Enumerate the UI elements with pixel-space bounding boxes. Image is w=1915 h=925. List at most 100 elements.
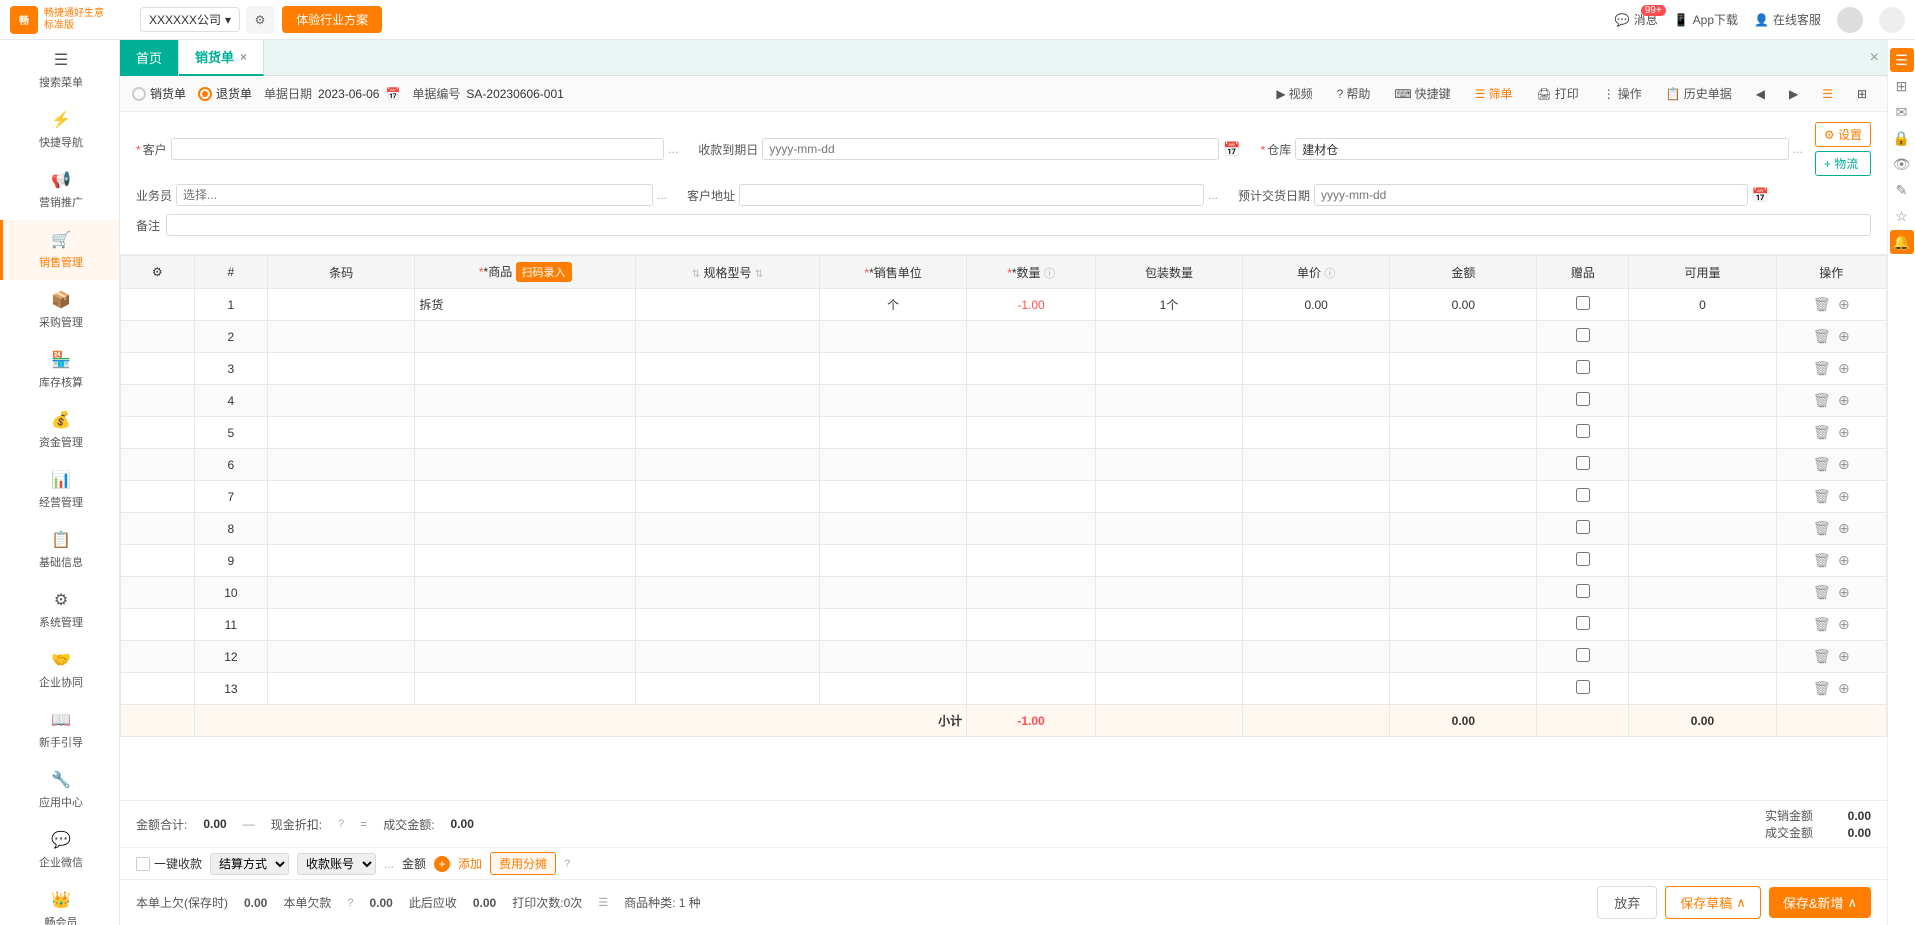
shortcut-button[interactable]: ⌨ 快捷键	[1386, 82, 1458, 105]
row-delete-button[interactable]: 🗑	[1811, 424, 1833, 441]
draft-chevron-icon[interactable]: ∧	[1736, 895, 1746, 911]
row-spec[interactable]	[636, 609, 820, 641]
row-copy-button[interactable]: ⊕	[1836, 680, 1852, 697]
sidebar-item-member[interactable]: 👑 畅会员	[0, 880, 119, 925]
sidebar-item-sales[interactable]: 🛒 销售管理	[0, 220, 119, 280]
sidebar-item-search[interactable]: ☰ 搜索菜单	[0, 40, 119, 100]
row-barcode[interactable]	[268, 481, 415, 513]
row-barcode[interactable]	[268, 321, 415, 353]
row-barcode[interactable]	[268, 609, 415, 641]
row-copy-button[interactable]: ⊕	[1836, 360, 1852, 377]
row-qty[interactable]	[967, 609, 1096, 641]
form-settings-button[interactable]: ⚙ 设置	[1815, 122, 1871, 147]
row-spec[interactable]	[636, 417, 820, 449]
row-spec[interactable]	[636, 481, 820, 513]
row-delete-button[interactable]: 🗑	[1811, 616, 1833, 633]
salesperson-dots[interactable]: ...	[657, 188, 667, 202]
row-gift[interactable]	[1537, 353, 1629, 385]
operation-button[interactable]: ⋮ 操作	[1595, 82, 1650, 105]
rp-preview-button[interactable]: 👁	[1890, 152, 1914, 176]
row-gift[interactable]	[1537, 641, 1629, 673]
current-balance-help-icon[interactable]: ?	[347, 897, 353, 909]
sidebar-item-purchase[interactable]: 📦 采购管理	[0, 280, 119, 340]
settlement-method-select[interactable]: 结算方式	[210, 853, 289, 875]
row-copy-button[interactable]: ⊕	[1836, 584, 1852, 601]
sidebar-item-wechat[interactable]: 💬 企业微信	[0, 820, 119, 880]
row-price[interactable]	[1243, 481, 1390, 513]
rp-edit-button[interactable]: ✎	[1890, 178, 1914, 202]
sidebar-item-quick-nav[interactable]: ⚡ 快捷导航	[0, 100, 119, 160]
row-price[interactable]: 0.00	[1243, 289, 1390, 321]
row-delete-button[interactable]: 🗑	[1811, 488, 1833, 505]
message-button[interactable]: 💬 消息 99+	[1615, 11, 1658, 28]
customer-address-input[interactable]	[739, 184, 1204, 206]
row-qty[interactable]	[967, 577, 1096, 609]
row-qty[interactable]	[967, 449, 1096, 481]
row-spec[interactable]	[636, 641, 820, 673]
row-price[interactable]	[1243, 577, 1390, 609]
row-spec[interactable]	[636, 321, 820, 353]
trial-button[interactable]: 体验行业方案	[282, 6, 382, 33]
sidebar-item-system[interactable]: ⚙ 系统管理	[0, 580, 119, 640]
row-qty[interactable]	[967, 545, 1096, 577]
row-copy-button[interactable]: ⊕	[1836, 488, 1852, 505]
rp-message-button[interactable]: ✉	[1890, 100, 1914, 124]
sidebar-item-enterprise[interactable]: 🤝 企业协同	[0, 640, 119, 700]
row-price[interactable]	[1243, 417, 1390, 449]
warehouse-input[interactable]: 建材仓	[1295, 138, 1789, 160]
row-qty[interactable]	[967, 481, 1096, 513]
save-new-button[interactable]: 保存&新增 ∧	[1769, 887, 1871, 918]
row-qty[interactable]	[967, 673, 1096, 705]
sidebar-item-guide[interactable]: 📖 新手引导	[0, 700, 119, 760]
row-gift[interactable]	[1537, 289, 1629, 321]
expected-date-input[interactable]	[1314, 184, 1748, 206]
row-price[interactable]	[1243, 353, 1390, 385]
row-price[interactable]	[1243, 641, 1390, 673]
add-fee-button[interactable]: +	[434, 856, 450, 872]
next-record-button[interactable]: ▶	[1781, 84, 1806, 104]
salesperson-input[interactable]	[176, 184, 653, 206]
row-gift[interactable]	[1537, 513, 1629, 545]
row-gift[interactable]	[1537, 449, 1629, 481]
remark-input[interactable]	[166, 214, 1871, 236]
customer-dots[interactable]: ...	[668, 142, 678, 156]
row-barcode[interactable]	[268, 513, 415, 545]
row-qty[interactable]	[967, 641, 1096, 673]
row-qty[interactable]	[967, 321, 1096, 353]
video-button[interactable]: ▶ 视频	[1268, 82, 1320, 105]
tab-close-icon[interactable]: ×	[240, 50, 247, 64]
sales-order-radio[interactable]: 销货单	[132, 85, 186, 102]
rp-lock-button[interactable]: 🔒	[1890, 126, 1914, 150]
expected-date-calendar-icon[interactable]: 📅	[1752, 187, 1769, 204]
print-button[interactable]: 🖨 打印	[1528, 82, 1586, 105]
scan-entry-button[interactable]: 扫码录入	[516, 262, 572, 282]
list-view-button[interactable]: ☰	[1814, 84, 1841, 104]
row-copy-button[interactable]: ⊕	[1836, 456, 1852, 473]
return-order-radio[interactable]: 退货单	[198, 85, 252, 102]
row-copy-button[interactable]: ⊕	[1836, 616, 1852, 633]
calendar-icon[interactable]: 📅	[385, 87, 400, 101]
rp-view1-button[interactable]: ☰	[1890, 48, 1914, 72]
due-date-calendar-icon[interactable]: 📅	[1223, 141, 1240, 158]
row-barcode[interactable]	[268, 289, 415, 321]
row-spec[interactable]	[636, 353, 820, 385]
rp-view2-button[interactable]: ⊞	[1890, 74, 1914, 98]
row-qty[interactable]	[967, 353, 1096, 385]
row-barcode[interactable]	[268, 577, 415, 609]
rp-notify-button[interactable]: 🔔	[1890, 230, 1914, 254]
logistics-button[interactable]: + 物流	[1815, 151, 1871, 176]
tab-sales-order[interactable]: 销货单 ×	[179, 40, 264, 76]
row-copy-button[interactable]: ⊕	[1836, 328, 1852, 345]
row-barcode[interactable]	[268, 673, 415, 705]
row-spec[interactable]	[636, 577, 820, 609]
row-delete-button[interactable]: 🗑	[1811, 296, 1833, 313]
user-avatar[interactable]	[1837, 7, 1863, 33]
sidebar-item-operations[interactable]: 📊 经营管理	[0, 460, 119, 520]
row-gift[interactable]	[1537, 385, 1629, 417]
abandon-button[interactable]: 放弃	[1597, 886, 1657, 919]
row-delete-button[interactable]: 🗑	[1811, 392, 1833, 409]
fee-split-button[interactable]: 费用分摊	[490, 852, 556, 875]
sidebar-item-finance[interactable]: 💰 资金管理	[0, 400, 119, 460]
sidebar-item-app-center[interactable]: 🔧 应用中心	[0, 760, 119, 820]
row-delete-button[interactable]: 🗑	[1811, 520, 1833, 537]
